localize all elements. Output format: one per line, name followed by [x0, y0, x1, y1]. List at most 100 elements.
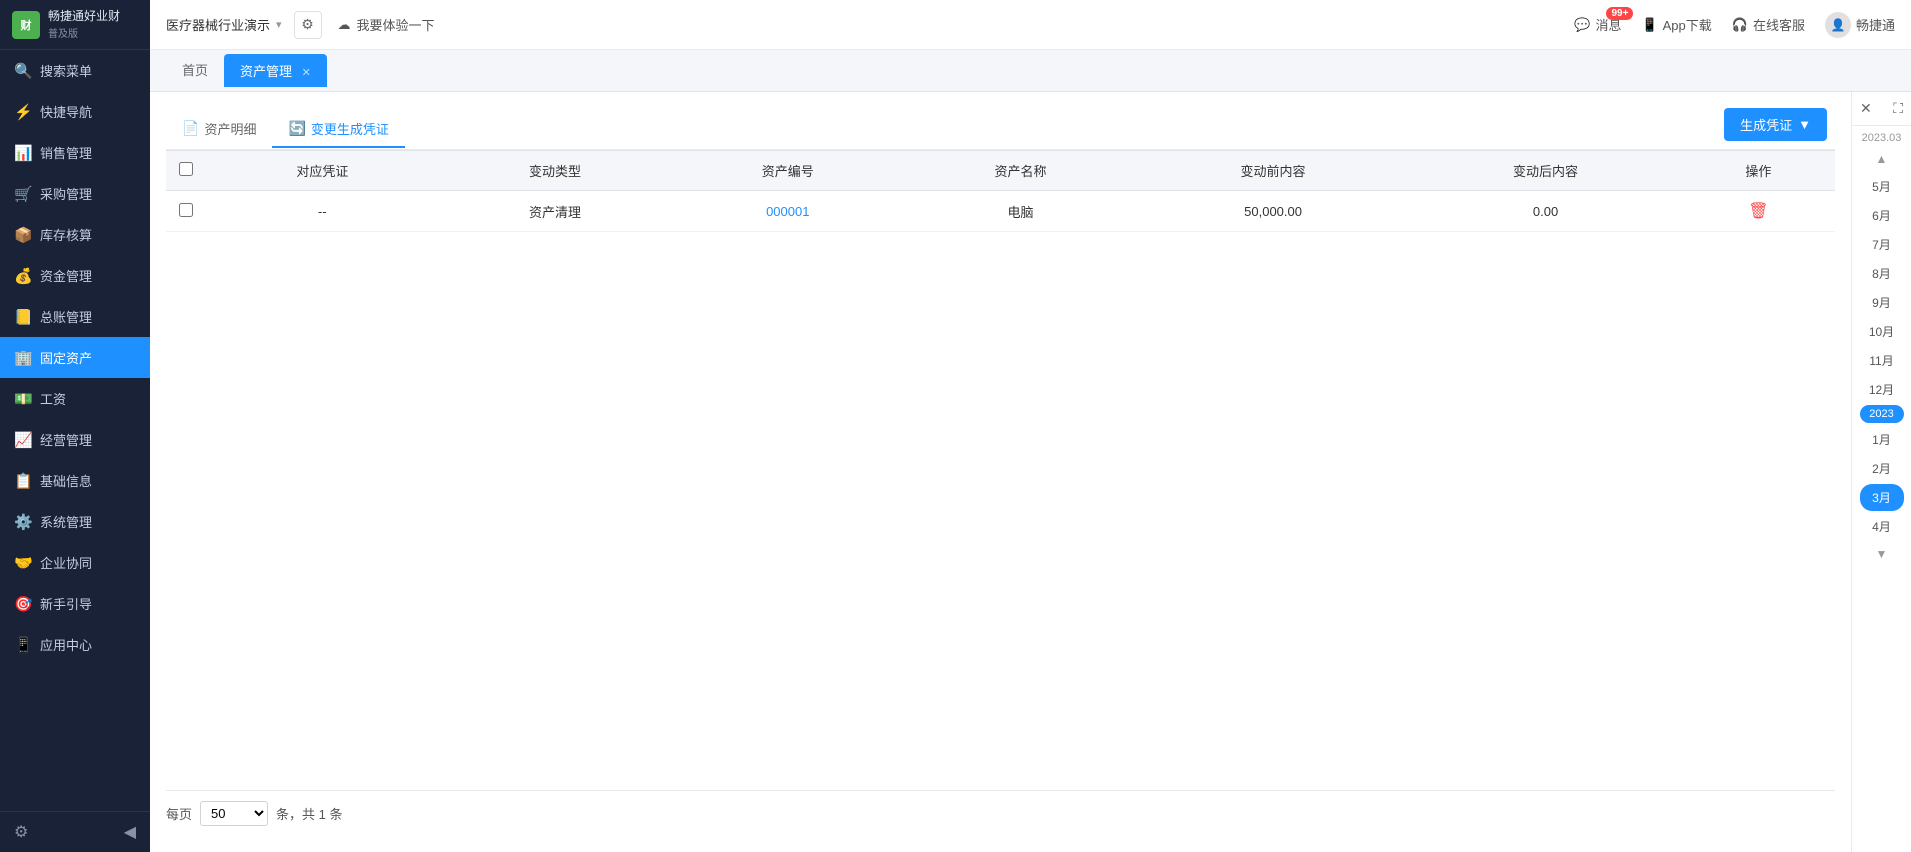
tab-home-label: 首页: [182, 63, 208, 78]
sidebar-item-cooperation[interactable]: 🤝 企业协同: [0, 542, 150, 583]
col-voucher: 对应凭证: [206, 151, 439, 191]
col-asset-code: 资产编号: [671, 151, 904, 191]
right-panel-close-icon[interactable]: ✕: [1860, 100, 1872, 117]
month-11[interactable]: 11月: [1860, 347, 1904, 374]
company-selector[interactable]: 医疗器械行业演示 ▾: [166, 15, 282, 34]
sidebar-item-purchase[interactable]: 🛒 采购管理: [0, 173, 150, 214]
month-12[interactable]: 12月: [1860, 376, 1904, 403]
table-row: -- 资产清理 000001 电脑 50,000.00 0.00 🗑: [166, 191, 1835, 232]
operations-icon: 📈: [14, 431, 32, 449]
table-header-row: 对应凭证 变动类型 资产编号 资产名称 变动前内容 变动后内容 操作: [166, 151, 1835, 191]
sidebar-item-funds[interactable]: 💰 资金管理: [0, 255, 150, 296]
per-page-select[interactable]: 50 10 20 100: [200, 801, 268, 826]
user-profile-button[interactable]: 👤 畅捷通: [1825, 12, 1895, 38]
sidebar-item-label: 应用中心: [40, 635, 92, 654]
generate-voucher-button[interactable]: 生成凭证 ▼: [1724, 108, 1827, 141]
customer-service-label: 在线客服: [1753, 15, 1805, 34]
month-1[interactable]: 1月: [1860, 426, 1904, 453]
month-2[interactable]: 2月: [1860, 455, 1904, 482]
main-area: 医疗器械行业演示 ▾ ⚙ ☁ 我要体验一下 💬 消息 99+ 📱 App下载 🎧…: [150, 0, 1911, 852]
prev-arrow[interactable]: ▲: [1871, 148, 1893, 170]
sidebar-item-label: 搜索菜单: [40, 61, 92, 80]
col-asset-name: 资产名称: [904, 151, 1137, 191]
row-operation: 🗑: [1682, 191, 1835, 232]
tab-close-icon[interactable]: ✕: [302, 67, 311, 79]
gear-button[interactable]: ⚙: [294, 11, 322, 39]
avatar-icon: 👤: [1831, 18, 1846, 32]
sidebar-item-basic-info[interactable]: 📋 基础信息: [0, 460, 150, 501]
sidebar-item-guide[interactable]: 🎯 新手引导: [0, 583, 150, 624]
funds-icon: 💰: [14, 267, 32, 285]
month-7[interactable]: 7月: [1860, 231, 1904, 258]
customer-service-button[interactable]: 🎧 在线客服: [1732, 15, 1805, 34]
col-checkbox: [166, 151, 206, 191]
sidebar-item-payroll[interactable]: 💵 工资: [0, 378, 150, 419]
content-main: 📄 资产明细 🔄 变更生成凭证 生成凭证 ▼: [150, 92, 1851, 852]
data-table: 对应凭证 变动类型 资产编号 资产名称 变动前内容 变动后内容 操作: [166, 150, 1835, 232]
system-icon: ⚙️: [14, 513, 32, 531]
sidebar-item-operations[interactable]: 📈 经营管理: [0, 419, 150, 460]
row-after-change: 0.00: [1409, 191, 1682, 232]
payroll-icon: 💵: [14, 390, 32, 408]
message-icon: 💬: [1574, 17, 1590, 33]
sidebar-item-label: 采购管理: [40, 184, 92, 203]
guide-icon: 🎯: [14, 595, 32, 613]
message-button[interactable]: 💬 消息 99+: [1574, 15, 1621, 34]
tab-home[interactable]: 首页: [166, 52, 224, 89]
app-download-button[interactable]: 📱 App下载: [1641, 15, 1711, 34]
row-asset-code[interactable]: 000001: [671, 191, 904, 232]
month-8[interactable]: 8月: [1860, 260, 1904, 287]
app-download-label: App下载: [1663, 15, 1712, 34]
sidebar-item-label: 基础信息: [40, 471, 92, 490]
sub-tab-asset-detail[interactable]: 📄 资产明细: [166, 111, 272, 148]
month-3-active[interactable]: 3月: [1860, 484, 1904, 511]
sidebar-item-quick-nav[interactable]: ⚡ 快捷导航: [0, 91, 150, 132]
sidebar-item-sales[interactable]: 📊 销售管理: [0, 132, 150, 173]
sidebar-item-app-center[interactable]: 📱 应用中心: [0, 624, 150, 665]
row-asset-name: 电脑: [904, 191, 1137, 232]
sidebar-item-system[interactable]: ⚙️ 系统管理: [0, 501, 150, 542]
month-4[interactable]: 4月: [1860, 513, 1904, 540]
next-arrow[interactable]: ▼: [1871, 543, 1893, 565]
month-5[interactable]: 5月: [1860, 173, 1904, 200]
table-wrapper: 对应凭证 变动类型 资产编号 资产名称 变动前内容 变动后内容 操作: [166, 150, 1835, 790]
sidebar-item-ledger[interactable]: 📒 总账管理: [0, 296, 150, 337]
sidebar-item-fixed-assets[interactable]: 🏢 固定资产: [0, 337, 150, 378]
month-10[interactable]: 10月: [1860, 318, 1904, 345]
tab-asset-label: 资产管理: [240, 64, 292, 79]
sidebar-logo: 财 畅捷通好业财 普及版: [0, 0, 150, 50]
row-change-type: 资产清理: [439, 191, 672, 232]
delete-icon[interactable]: 🗑: [1748, 203, 1768, 220]
sidebar-item-inventory[interactable]: 📦 库存核算: [0, 214, 150, 255]
quick-nav-icon: ⚡: [14, 103, 32, 121]
cooperation-icon: 🤝: [14, 554, 32, 572]
row-voucher: --: [206, 191, 439, 232]
sidebar-item-label: 新手引导: [40, 594, 92, 613]
settings-icon[interactable]: ⚙: [14, 822, 28, 842]
sidebar-item-label: 库存核算: [40, 225, 92, 244]
row-checkbox[interactable]: [179, 203, 193, 217]
collapse-icon[interactable]: ◀: [124, 822, 136, 842]
sidebar-item-search[interactable]: 🔍 搜索菜单: [0, 50, 150, 91]
company-chevron-icon: ▾: [276, 18, 282, 31]
tab-asset-management[interactable]: 资产管理 ✕: [224, 54, 327, 87]
month-9[interactable]: 9月: [1860, 289, 1904, 316]
total-count-label: 条，共 1 条: [276, 804, 342, 823]
month-6[interactable]: 6月: [1860, 202, 1904, 229]
sidebar-item-label: 企业协同: [40, 553, 92, 572]
sidebar-menu: 🔍 搜索菜单 ⚡ 快捷导航 📊 销售管理 🛒 采购管理 📦 库存核算 💰 资金管…: [0, 50, 150, 811]
company-name: 医疗器械行业演示: [166, 15, 270, 34]
user-avatar: 👤: [1825, 12, 1851, 38]
select-all-checkbox[interactable]: [179, 162, 193, 176]
experience-button[interactable]: ☁ 我要体验一下: [338, 15, 435, 34]
year-2023-badge[interactable]: 2023: [1860, 405, 1904, 423]
sidebar: 财 畅捷通好业财 普及版 🔍 搜索菜单 ⚡ 快捷导航 📊 销售管理 🛒 采购管理…: [0, 0, 150, 852]
logo-icon: 财: [12, 11, 40, 39]
row-before-change: 50,000.00: [1137, 191, 1410, 232]
sub-tab-change-voucher[interactable]: 🔄 变更生成凭证: [272, 111, 404, 148]
sidebar-item-label: 系统管理: [40, 512, 92, 531]
cloud-icon: ☁: [338, 17, 351, 33]
sidebar-item-label: 固定资产: [40, 348, 92, 367]
basic-info-icon: 📋: [14, 472, 32, 490]
right-panel-expand-icon[interactable]: ⛶: [1893, 100, 1903, 117]
